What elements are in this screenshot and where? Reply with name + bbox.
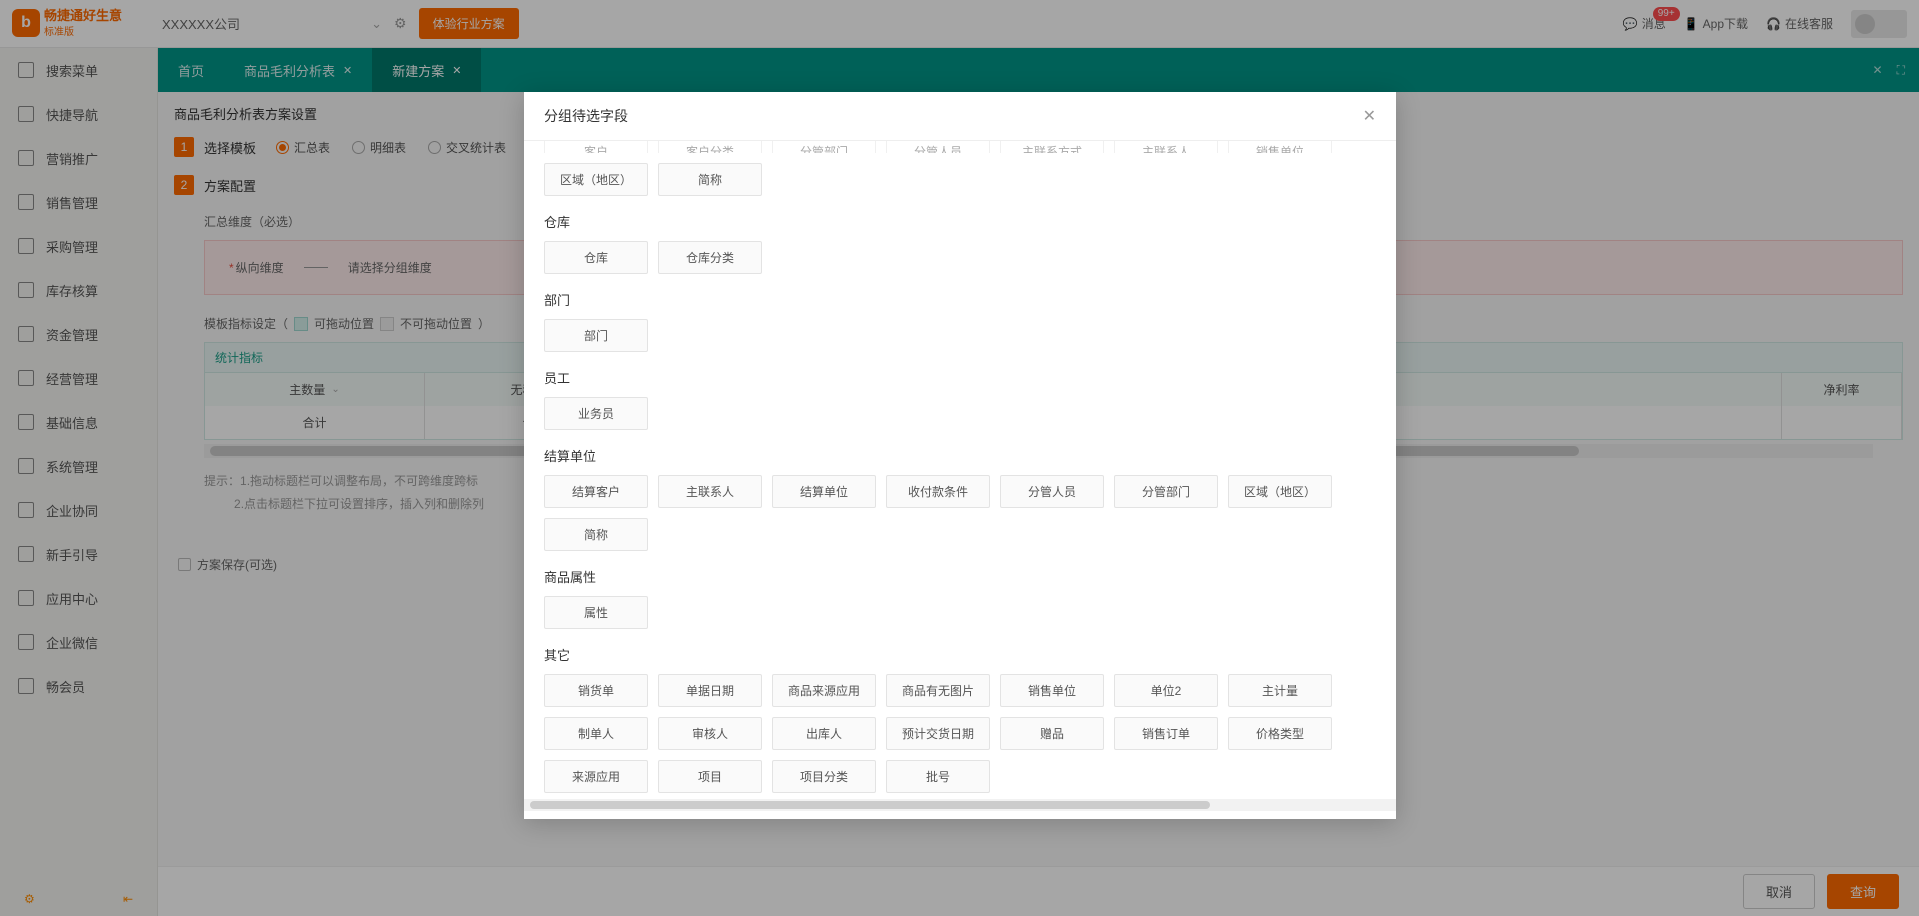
field-chip[interactable]: 分管部门 <box>772 141 876 153</box>
group-fields-modal: 分组待选字段 ✕ 客户 客户分类 分管部门 分管人员 主联系方式 主联系人 销售… <box>524 92 1396 819</box>
field-chip[interactable]: 制单人 <box>544 717 648 750</box>
field-chip[interactable]: 商品来源应用 <box>772 674 876 707</box>
scrollbar-thumb[interactable] <box>530 801 1210 809</box>
field-chip[interactable]: 业务员 <box>544 397 648 430</box>
field-group-title: 仓库 <box>544 212 1376 231</box>
field-row: 销货单单据日期商品来源应用商品有无图片销售单位单位2 主计量制单人审核人出库人预计… <box>544 674 1376 793</box>
field-chip[interactable]: 赠品 <box>1000 717 1104 750</box>
field-chip[interactable]: 结算客户 <box>544 475 648 508</box>
field-chip[interactable]: 区域（地区） <box>1228 475 1332 508</box>
field-chip[interactable]: 收付款条件 <box>886 475 990 508</box>
modal-title: 分组待选字段 <box>544 106 628 126</box>
field-chip[interactable]: 仓库 <box>544 241 648 274</box>
modal-horizontal-scrollbar[interactable] <box>524 799 1396 811</box>
field-chip[interactable]: 简称 <box>658 163 762 196</box>
field-chip[interactable]: 销售单位 <box>1000 674 1104 707</box>
field-chip[interactable]: 分管人员 <box>886 141 990 153</box>
field-chip[interactable]: 预计交货日期 <box>886 717 990 750</box>
field-chip[interactable]: 项目分类 <box>772 760 876 793</box>
modal-body: 客户 客户分类 分管部门 分管人员 主联系方式 主联系人 销售单位 区域（地区）… <box>524 141 1396 819</box>
field-row-extra: 区域（地区） 简称 <box>544 163 1376 196</box>
field-row: 业务员 <box>544 397 1376 430</box>
field-chip[interactable]: 来源应用 <box>544 760 648 793</box>
field-group-title: 其它 <box>544 645 1376 664</box>
field-group-title: 商品属性 <box>544 567 1376 586</box>
field-group-title: 结算单位 <box>544 446 1376 465</box>
field-chip[interactable]: 仓库分类 <box>658 241 762 274</box>
field-chip[interactable]: 区域（地区） <box>544 163 648 196</box>
field-chip[interactable]: 结算单位 <box>772 475 876 508</box>
field-chip[interactable]: 主联系方式 <box>1000 141 1104 153</box>
field-chip[interactable]: 主联系人 <box>1114 141 1218 153</box>
field-chip[interactable]: 简称 <box>544 518 648 551</box>
modal-header: 分组待选字段 ✕ <box>524 92 1396 141</box>
field-chip[interactable]: 商品有无图片 <box>886 674 990 707</box>
field-group-title: 部门 <box>544 290 1376 309</box>
field-chip[interactable]: 审核人 <box>658 717 762 750</box>
field-chip[interactable]: 部门 <box>544 319 648 352</box>
field-row: 仓库仓库分类 <box>544 241 1376 274</box>
field-chip[interactable]: 单据日期 <box>658 674 762 707</box>
field-chip[interactable]: 分管人员 <box>1000 475 1104 508</box>
field-row-partial: 客户 客户分类 分管部门 分管人员 主联系方式 主联系人 销售单位 <box>544 141 1376 153</box>
field-chip[interactable]: 销售订单 <box>1114 717 1218 750</box>
field-chip[interactable]: 客户 <box>544 141 648 153</box>
field-chip[interactable]: 客户分类 <box>658 141 762 153</box>
field-chip[interactable]: 出库人 <box>772 717 876 750</box>
field-chip[interactable]: 主计量 <box>1228 674 1332 707</box>
field-chip[interactable]: 销货单 <box>544 674 648 707</box>
field-chip[interactable]: 单位2 <box>1114 674 1218 707</box>
field-row: 结算客户主联系人结算单位收付款条件分管人员分管部门区域（地区） 简称 <box>544 475 1376 551</box>
field-chip[interactable]: 分管部门 <box>1114 475 1218 508</box>
field-chip[interactable]: 批号 <box>886 760 990 793</box>
field-row: 属性 <box>544 596 1376 629</box>
field-chip[interactable]: 属性 <box>544 596 648 629</box>
field-chip[interactable]: 主联系人 <box>658 475 762 508</box>
field-chip[interactable]: 项目 <box>658 760 762 793</box>
field-row: 部门 <box>544 319 1376 352</box>
modal-close-button[interactable]: ✕ <box>1363 106 1376 126</box>
field-group-title: 员工 <box>544 368 1376 387</box>
field-chip[interactable]: 销售单位 <box>1228 141 1332 153</box>
field-chip[interactable]: 价格类型 <box>1228 717 1332 750</box>
